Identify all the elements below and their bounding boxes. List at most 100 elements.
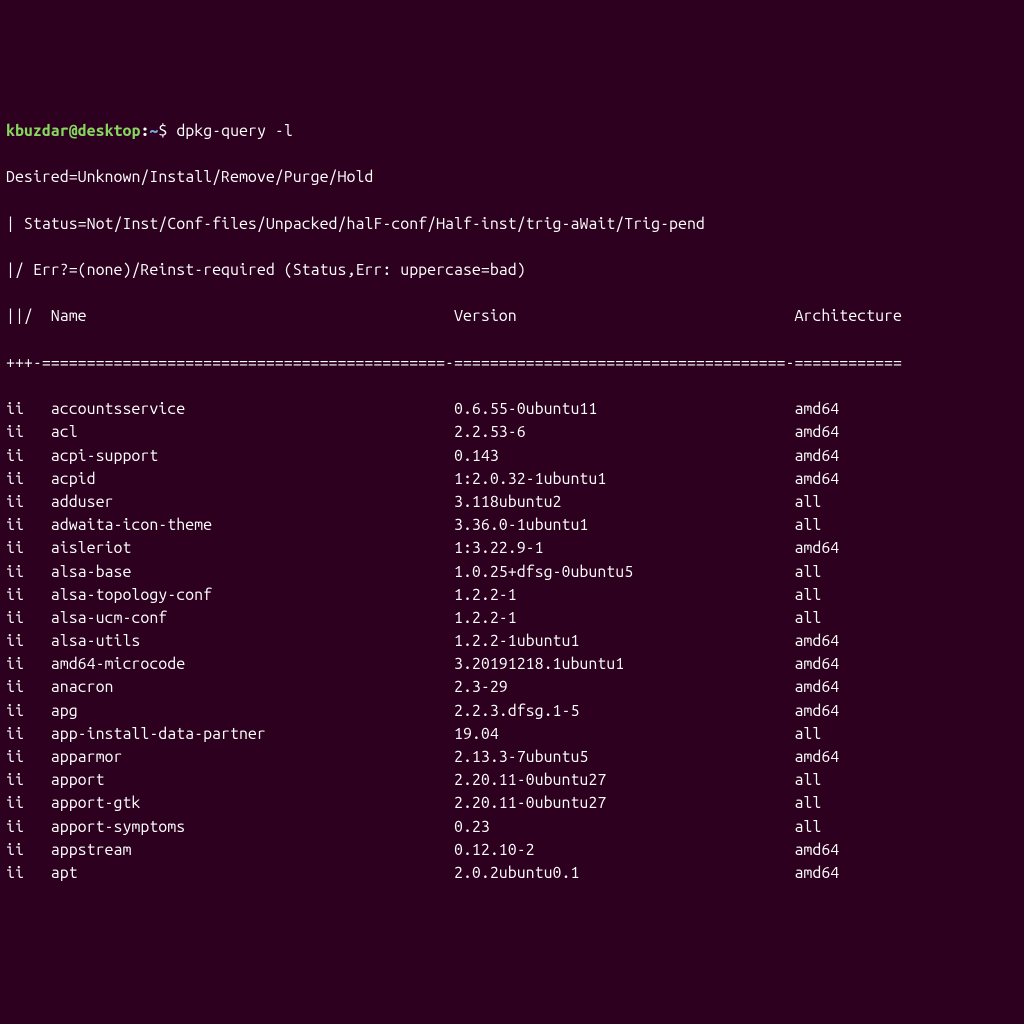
package-arch: all (794, 491, 1018, 514)
package-status: ii (6, 839, 42, 862)
package-version: 1.2.2-1ubuntu1 (454, 630, 794, 653)
package-name: anacron (42, 676, 454, 699)
package-name: app-install-data-partner (42, 723, 454, 746)
package-row: iiapport2.20.11-0ubuntu27all (6, 769, 1018, 792)
column-header-status: ||/ (6, 305, 42, 328)
package-name: apport (42, 769, 454, 792)
separator-name: ========================================… (42, 352, 454, 375)
package-name: apparmor (42, 746, 454, 769)
package-row: iiamd64-microcode3.20191218.1ubuntu1amd6… (6, 653, 1018, 676)
package-status: ii (6, 792, 42, 815)
package-arch: amd64 (794, 862, 1018, 885)
package-arch: all (794, 816, 1018, 839)
package-rows: iiaccountsservice0.6.55-0ubuntu11amd64ii… (6, 398, 1018, 885)
package-row: iiaisleriot1:3.22.9-1amd64 (6, 537, 1018, 560)
prompt-dollar: $ (158, 122, 167, 140)
package-version: 2.3-29 (454, 676, 794, 699)
package-version: 2.20.11-0ubuntu27 (454, 792, 794, 815)
package-status: ii (6, 468, 42, 491)
package-status: ii (6, 862, 42, 885)
package-name: acl (42, 421, 454, 444)
package-version: 19.04 (454, 723, 794, 746)
package-name: adduser (42, 491, 454, 514)
package-version: 1.2.2-1 (454, 607, 794, 630)
package-status: ii (6, 561, 42, 584)
package-status: ii (6, 537, 42, 560)
package-name: adwaita-icon-theme (42, 514, 454, 537)
package-name: acpi-support (42, 445, 454, 468)
prompt-at: @ (69, 122, 78, 140)
package-row: iialsa-ucm-conf1.2.2-1all (6, 607, 1018, 630)
package-name: alsa-ucm-conf (42, 607, 454, 630)
package-arch: amd64 (794, 746, 1018, 769)
package-row: iiapp-install-data-partner19.04all (6, 723, 1018, 746)
package-name: aisleriot (42, 537, 454, 560)
package-status: ii (6, 769, 42, 792)
package-status: ii (6, 421, 42, 444)
package-version: 0.143 (454, 445, 794, 468)
package-version: 0.6.55-0ubuntu11 (454, 398, 794, 421)
package-version: 2.2.53-6 (454, 421, 794, 444)
package-arch: amd64 (794, 398, 1018, 421)
package-status: ii (6, 723, 42, 746)
package-arch: all (794, 584, 1018, 607)
package-row: iiacpid1:2.0.32-1ubuntu1amd64 (6, 468, 1018, 491)
package-row: iiappstream0.12.10-2amd64 (6, 839, 1018, 862)
package-name: apg (42, 700, 454, 723)
package-status: ii (6, 630, 42, 653)
package-name: amd64-microcode (42, 653, 454, 676)
terminal-output: kbuzdar@desktop:~$ dpkg-query -l Desired… (6, 97, 1018, 909)
package-arch: all (794, 792, 1018, 815)
separator-arch: ============ (794, 352, 1018, 375)
package-version: 3.118ubuntu2 (454, 491, 794, 514)
package-name: acpid (42, 468, 454, 491)
header-line-2: | Status=Not/Inst/Conf-files/Unpacked/ha… (6, 213, 1018, 236)
package-arch: amd64 (794, 468, 1018, 491)
package-row: iiadduser3.118ubuntu2all (6, 491, 1018, 514)
package-row: iialsa-utils1.2.2-1ubuntu1amd64 (6, 630, 1018, 653)
package-status: ii (6, 653, 42, 676)
command-text: dpkg-query -l (176, 122, 292, 140)
package-row: iianacron2.3-29amd64 (6, 676, 1018, 699)
package-status: ii (6, 816, 42, 839)
package-name: apt (42, 862, 454, 885)
package-name: apport-gtk (42, 792, 454, 815)
package-row: iiacl2.2.53-6amd64 (6, 421, 1018, 444)
column-header-arch: Architecture (794, 305, 1018, 328)
prompt-host: desktop (78, 122, 141, 140)
package-arch: all (794, 514, 1018, 537)
package-arch: all (794, 723, 1018, 746)
package-version: 2.0.2ubuntu0.1 (454, 862, 794, 885)
package-row: iiapg2.2.3.dfsg.1-5amd64 (6, 700, 1018, 723)
package-version: 1.0.25+dfsg-0ubuntu5 (454, 561, 794, 584)
package-name: alsa-topology-conf (42, 584, 454, 607)
package-version: 2.20.11-0ubuntu27 (454, 769, 794, 792)
package-arch: amd64 (794, 421, 1018, 444)
package-arch: amd64 (794, 630, 1018, 653)
package-row: iiapport-gtk2.20.11-0ubuntu27all (6, 792, 1018, 815)
package-status: ii (6, 584, 42, 607)
package-version: 0.12.10-2 (454, 839, 794, 862)
package-arch: amd64 (794, 653, 1018, 676)
separator-version: =====================================- (454, 352, 794, 375)
package-status: ii (6, 676, 42, 699)
package-row: iiapparmor2.13.3-7ubuntu5amd64 (6, 746, 1018, 769)
package-arch: amd64 (794, 839, 1018, 862)
package-version: 1:2.0.32-1ubuntu1 (454, 468, 794, 491)
header-line-1: Desired=Unknown/Install/Remove/Purge/Hol… (6, 166, 1018, 189)
package-version: 1.2.2-1 (454, 584, 794, 607)
package-status: ii (6, 445, 42, 468)
prompt-line[interactable]: kbuzdar@desktop:~$ dpkg-query -l (6, 120, 1018, 143)
package-row: iialsa-topology-conf1.2.2-1all (6, 584, 1018, 607)
package-arch: amd64 (794, 700, 1018, 723)
package-name: appstream (42, 839, 454, 862)
package-row: iiaccountsservice0.6.55-0ubuntu11amd64 (6, 398, 1018, 421)
package-status: ii (6, 398, 42, 421)
package-arch: all (794, 561, 1018, 584)
package-version: 2.2.3.dfsg.1-5 (454, 700, 794, 723)
package-status: ii (6, 700, 42, 723)
package-row: iiacpi-support0.143amd64 (6, 445, 1018, 468)
package-arch: amd64 (794, 676, 1018, 699)
package-version: 2.13.3-7ubuntu5 (454, 746, 794, 769)
package-row: iiapport-symptoms0.23all (6, 816, 1018, 839)
